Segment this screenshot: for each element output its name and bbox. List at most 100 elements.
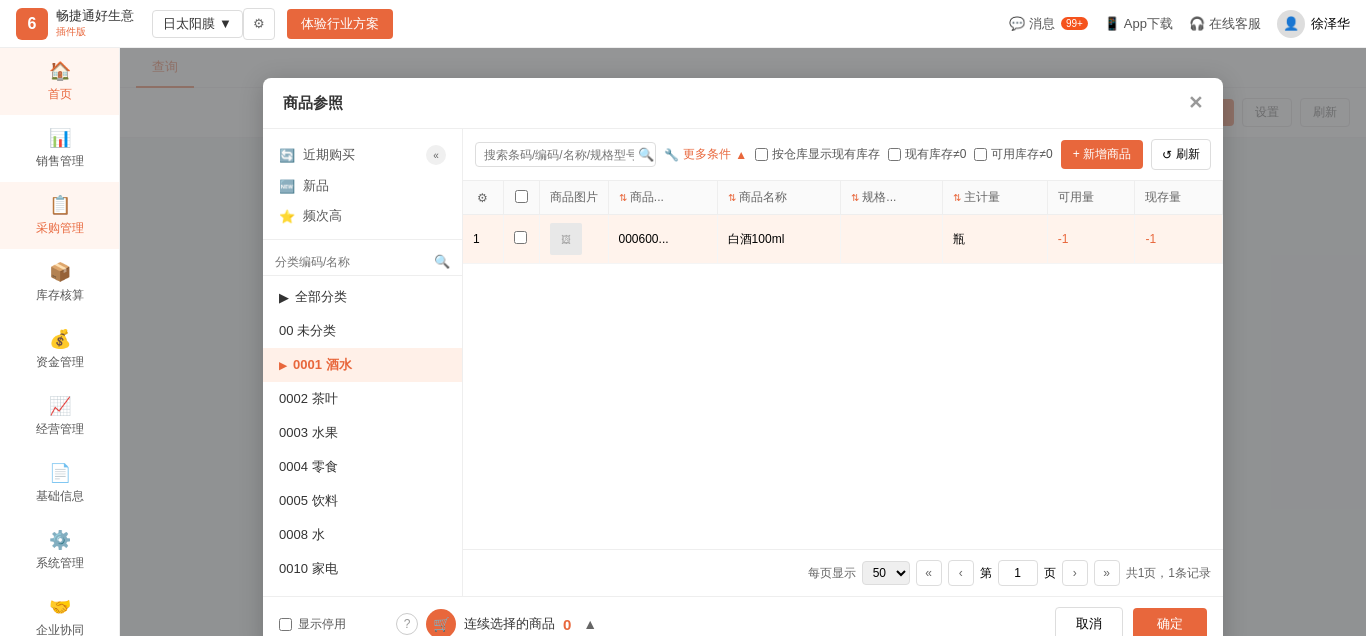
sidebar-item-system[interactable]: ⚙️ 系统管理 <box>0 517 119 584</box>
chevron-up-icon: ▲ <box>735 148 747 162</box>
col-spec[interactable]: ⇅ 规格... <box>841 181 943 215</box>
search-submit-icon[interactable]: 🔍 <box>638 147 654 162</box>
operations-icon: 📈 <box>49 395 71 417</box>
store-name: 日太阳膜 <box>163 15 215 33</box>
message-badge: 99+ <box>1061 17 1088 30</box>
settings-button[interactable]: ⚙ <box>243 8 275 40</box>
product-table-container: ⚙ 商品图片 ⇅ 商品... <box>463 181 1223 549</box>
sort-icon3: ⇅ <box>851 192 859 203</box>
modal-close-button[interactable]: ✕ <box>1188 92 1203 114</box>
frequent-item[interactable]: ⭐ 频次高 <box>263 201 462 231</box>
star-icon: ⭐ <box>279 209 295 224</box>
category-all[interactable]: ▶ 全部分类 <box>263 280 462 314</box>
store-selector[interactable]: 日太阳膜 ▼ <box>152 10 243 38</box>
category-0008[interactable]: 0008 水 <box>263 518 462 552</box>
row-image: 🖼 <box>539 215 608 264</box>
product-search-input[interactable] <box>484 148 634 162</box>
row-checkbox[interactable] <box>503 215 539 264</box>
category-0001[interactable]: ▶ 0001 酒水 <box>263 348 462 382</box>
first-page-button[interactable]: « <box>916 560 942 586</box>
new-items-item[interactable]: 🆕 新品 <box>263 171 462 201</box>
category-0004[interactable]: 0004 零食 <box>263 450 462 484</box>
category-search-input[interactable] <box>275 255 430 269</box>
category-00[interactable]: 00 未分类 <box>263 314 462 348</box>
sidebar-label-operations: 经营管理 <box>36 421 84 438</box>
show-disabled-checkbox[interactable]: 显示停用 <box>279 616 346 633</box>
per-page-select[interactable]: 50 <box>862 561 910 585</box>
sidebar-label-basic-info: 基础信息 <box>36 488 84 505</box>
avatar: 👤 <box>1277 10 1305 38</box>
category-0010[interactable]: 0010 家电 <box>263 552 462 586</box>
sales-icon: 📊 <box>49 127 71 149</box>
mobile-icon: 📱 <box>1104 16 1120 31</box>
experience-button[interactable]: 体验行业方案 <box>287 9 393 39</box>
sidebar: 🏠 首页 📊 销售管理 📋 采购管理 📦 库存核算 💰 资金管理 📈 经营管理 … <box>0 48 120 636</box>
purchase-icon: 📋 <box>49 194 71 216</box>
recent-icon: 🔄 <box>279 148 295 163</box>
logo-text: 畅捷通好生意 <box>56 8 134 25</box>
row-spec <box>841 215 943 264</box>
sidebar-label-home: 首页 <box>48 86 72 103</box>
sidebar-item-enterprise[interactable]: 🤝 企业协同 <box>0 584 119 636</box>
sidebar-item-inventory[interactable]: 📦 库存核算 <box>0 249 119 316</box>
right-panel: 🔍 🔧 更多条件 ▲ 按仓库显示现有库存 现有库存≠0 <box>463 129 1223 596</box>
sidebar-item-operations[interactable]: 📈 经营管理 <box>0 383 119 450</box>
cart-label: 连续选择的商品 <box>464 615 555 633</box>
category-0005[interactable]: 0005 饮料 <box>263 484 462 518</box>
pagination: 每页显示 50 « ‹ 第 页 › » 共1页，1条记录 <box>463 549 1223 596</box>
sidebar-label-inventory: 库存核算 <box>36 287 84 304</box>
usable-stock-checkbox[interactable]: 可用库存≠0 <box>974 146 1052 163</box>
sidebar-item-home[interactable]: 🏠 首页 <box>0 48 119 115</box>
filter-button[interactable]: 🔧 更多条件 ▲ <box>664 146 747 163</box>
col-product-code[interactable]: ⇅ 商品... <box>608 181 717 215</box>
sidebar-label-enterprise: 企业协同 <box>36 622 84 636</box>
sidebar-label-purchase: 采购管理 <box>36 220 84 237</box>
category-list: ▶ 全部分类 00 未分类 ▶ 0001 酒水 0002 茶叶 0003 水果 <box>263 280 462 586</box>
collapse-left-button[interactable]: « <box>426 145 446 165</box>
select-all-checkbox[interactable] <box>515 190 528 203</box>
page-number-input[interactable] <box>998 560 1038 586</box>
row-unit: 瓶 <box>942 215 1047 264</box>
warehouse-display-checkbox[interactable]: 按仓库显示现有库存 <box>755 146 880 163</box>
table-row[interactable]: 1 🖼 000600... 白酒100ml 瓶 <box>463 215 1223 264</box>
cancel-button[interactable]: 取消 <box>1055 607 1123 636</box>
app-download-button[interactable]: 📱 App下载 <box>1104 15 1173 33</box>
logo-area: 6 畅捷通好生意 插件版 <box>16 8 136 40</box>
refresh-button[interactable]: ↺ 刷新 <box>1151 139 1211 170</box>
sidebar-item-purchase[interactable]: 📋 采购管理 <box>0 182 119 249</box>
row-index: 1 <box>463 215 503 264</box>
sidebar-item-finance[interactable]: 💰 资金管理 <box>0 316 119 383</box>
recent-buy-item[interactable]: 🔄 近期购买 « <box>263 139 462 171</box>
sidebar-item-sales[interactable]: 📊 销售管理 <box>0 115 119 182</box>
category-0002[interactable]: 0002 茶叶 <box>263 382 462 416</box>
top-nav: 6 畅捷通好生意 插件版 日太阳膜 ▼ ⚙ 体验行业方案 💬 消息 99+ 📱 … <box>0 0 1366 48</box>
logo-sub: 插件版 <box>56 25 134 39</box>
available-stock-checkbox[interactable]: 现有库存≠0 <box>888 146 966 163</box>
sidebar-item-basic-info[interactable]: 📄 基础信息 <box>0 450 119 517</box>
user-area[interactable]: 👤 徐泽华 <box>1277 10 1350 38</box>
logo-icon: 6 <box>16 8 48 40</box>
cart-icon[interactable]: 🛒 <box>426 609 456 636</box>
total-info: 共1页，1条记录 <box>1126 565 1211 582</box>
help-icon[interactable]: ? <box>396 613 418 635</box>
confirm-button[interactable]: 确定 <box>1133 608 1207 636</box>
category-0003[interactable]: 0003 水果 <box>263 416 462 450</box>
col-image: 商品图片 <box>539 181 608 215</box>
sort-icon4: ⇅ <box>953 192 961 203</box>
prev-page-button[interactable]: ‹ <box>948 560 974 586</box>
online-service-button[interactable]: 🎧 在线客服 <box>1189 15 1261 33</box>
headset-icon: 🎧 <box>1189 16 1205 31</box>
sidebar-label-sales: 销售管理 <box>36 153 84 170</box>
messages-button[interactable]: 💬 消息 99+ <box>1009 15 1088 33</box>
col-product-name[interactable]: ⇅ 商品名称 <box>717 181 840 215</box>
col-unit[interactable]: ⇅ 主计量 <box>942 181 1047 215</box>
basic-info-icon: 📄 <box>49 462 71 484</box>
row-stock: -1 <box>1135 215 1223 264</box>
add-product-button[interactable]: + 新增商品 <box>1061 140 1143 169</box>
col-settings[interactable]: ⚙ <box>463 181 503 215</box>
collapse-cart-button[interactable]: ▲ <box>583 616 597 632</box>
last-page-button[interactable]: » <box>1094 560 1120 586</box>
sort-icon2: ⇅ <box>728 192 736 203</box>
next-page-button[interactable]: › <box>1062 560 1088 586</box>
selected-count: 0 <box>563 616 571 633</box>
